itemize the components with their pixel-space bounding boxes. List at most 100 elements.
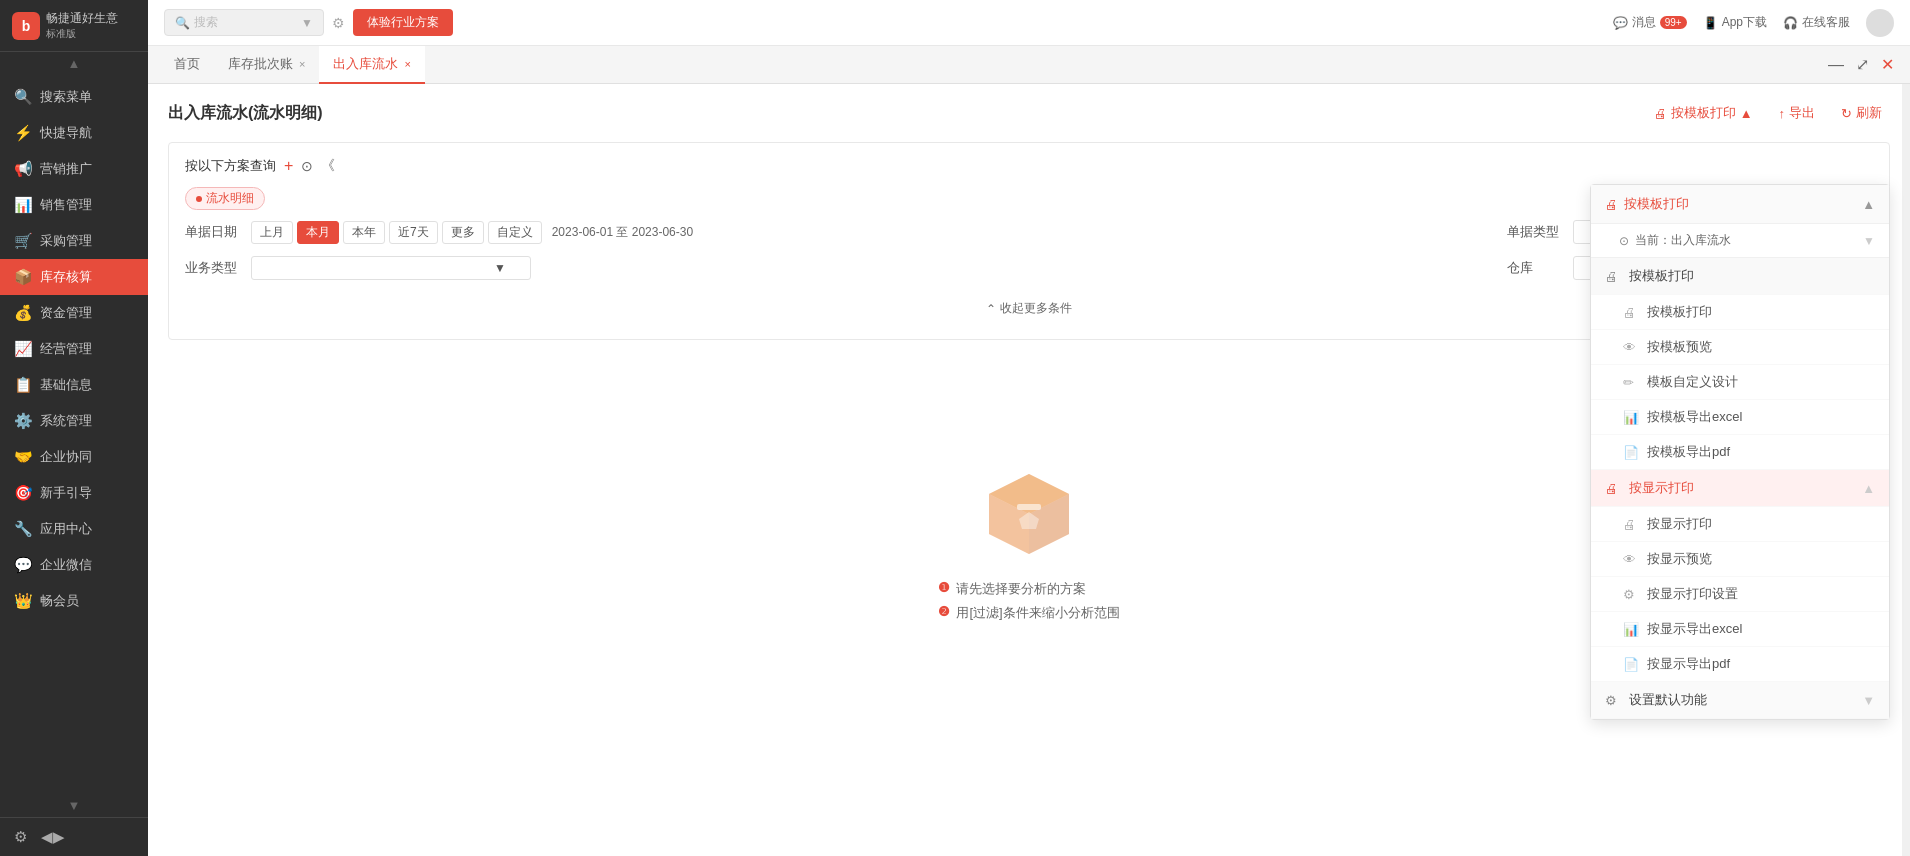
filter-settings-icon[interactable]: ⊙ [301,158,313,174]
sidebar-item-marketing[interactable]: 📢 营销推广 [0,151,148,187]
online-service-button[interactable]: 🎧 在线客服 [1783,14,1850,31]
export-button[interactable]: ↑ 导出 [1771,100,1824,126]
dropdown-section-template[interactable]: 🖨 按模板打印 [1591,258,1889,295]
sidebar-item-finance[interactable]: 💰 资金管理 [0,295,148,331]
scroll-down-arrow[interactable]: ▼ [0,794,148,817]
close-tab-button[interactable]: ✕ [1877,51,1898,78]
footer-arrow: ▼ [1862,693,1875,708]
sidebar-item-search[interactable]: 🔍 搜索菜单 [0,79,148,115]
sub-preview-icon: 👁 [1623,340,1639,355]
filter-collapse-icon[interactable]: 《 [321,157,335,175]
filter-date-item: 单据日期 上月 本月 本年 近7天 更多 自定义 2023-06-01 至 20… [185,221,693,244]
guide-icon: 🎯 [14,484,32,502]
dropdown-sub-template-excel[interactable]: 📊 按模板导出excel [1591,400,1889,435]
sidebar-item-shortcut[interactable]: ⚡ 快捷导航 [0,115,148,151]
sidebar-item-guide[interactable]: 🎯 新手引导 [0,475,148,511]
download-icon: 📱 [1703,16,1718,30]
date-more-btn[interactable]: 更多 [442,221,484,244]
sidebar-item-purchase[interactable]: 🛒 采购管理 [0,223,148,259]
sidebar-item-inventory[interactable]: 📦 库存核算 [0,259,148,295]
app-download-button[interactable]: 📱 App下载 [1703,14,1767,31]
close-stock-flow-tab[interactable]: × [404,58,410,70]
sidebar-bottom: ⚙ ◀▶ [0,817,148,856]
filter-add-button[interactable]: + [284,157,293,175]
operation-icon: 📈 [14,340,32,358]
sidebar-item-sales[interactable]: 📊 销售管理 [0,187,148,223]
display-excel-icon: 📊 [1623,622,1639,637]
dropdown-sub-display-pdf[interactable]: 📄 按显示导出pdf [1591,647,1889,682]
empty-tip-2: ❷ 用[过滤]条件来缩小分析范围 [938,604,1119,622]
inventory-icon: 📦 [14,268,32,286]
empty-state-icon [979,464,1079,564]
logo-icon: b [12,12,40,40]
dropdown-sub-template-print[interactable]: 🖨 按模板打印 [1591,295,1889,330]
sidebar-item-company[interactable]: 🤝 企业协同 [0,439,148,475]
user-avatar[interactable] [1866,9,1894,37]
collapse-up-icon: ⌃ [986,302,996,316]
refresh-button[interactable]: ↻ 刷新 [1833,100,1890,126]
maximize-tab-button[interactable]: ⤢ [1852,51,1873,78]
dropdown-sub-template-pdf[interactable]: 📄 按模板导出pdf [1591,435,1889,470]
dropdown-sub-display-settings[interactable]: ⚙ 按显示打印设置 [1591,577,1889,612]
biz-select-arrow: ▼ [494,261,506,275]
dropdown-default-settings[interactable]: ⚙ 设置默认功能 ▼ [1591,682,1889,719]
scroll-up-arrow[interactable]: ▲ [0,52,148,75]
wechat-icon: 💬 [14,556,32,574]
tab-stock-flow[interactable]: 出入库流水 × [319,46,424,84]
sidebar-item-basic[interactable]: 📋 基础信息 [0,367,148,403]
dropdown-sub-template-design[interactable]: ✏ 模板自定义设计 [1591,365,1889,400]
current-icon: ⊙ [1619,234,1629,248]
template-print-button[interactable]: 🖨 按模板打印 ▲ [1646,100,1761,126]
company-icon: 🤝 [14,448,32,466]
marketing-icon: 📢 [14,160,32,178]
topbar-settings-icon[interactable]: ⚙ [332,15,345,31]
sidebar-item-member[interactable]: 👑 畅会员 [0,583,148,619]
date-custom-btn[interactable]: 自定义 [488,221,542,244]
topbar-right: 💬 消息 99+ 📱 App下载 🎧 在线客服 [1613,9,1894,37]
sidebar: b 畅捷通好生意 标准版 ▲ 🔍 搜索菜单 ⚡ 快捷导航 📢 营销推广 📊 销售… [0,0,148,856]
search-input-icon: 🔍 [175,16,190,30]
filter-section-title: 按以下方案查询 + ⊙ 《 [185,157,335,175]
display-section-icon: 🖨 [1605,481,1621,496]
topbar-search-box[interactable]: 🔍 搜索 ▼ [164,9,324,36]
message-icon: 💬 [1613,16,1628,30]
member-icon: 👑 [14,592,32,610]
dropdown-sub-template-preview[interactable]: 👁 按模板预览 [1591,330,1889,365]
date-last-month-btn[interactable]: 上月 [251,221,293,244]
sidebar-item-wechat[interactable]: 💬 企业微信 [0,547,148,583]
sidebar-item-operation[interactable]: 📈 经营管理 [0,331,148,367]
minimize-tab-button[interactable]: — [1824,51,1848,78]
tab-inventory-batch[interactable]: 库存批次账 × [214,46,319,84]
dropdown-current-item[interactable]: ⊙ 当前：出入库流水 ▼ [1591,224,1889,258]
shortcut-icon: ⚡ [14,124,32,142]
date-this-month-btn[interactable]: 本月 [297,221,339,244]
sidebar-item-system[interactable]: ⚙️ 系统管理 [0,403,148,439]
export-icon: ↑ [1779,106,1786,121]
date-last7days-btn[interactable]: 近7天 [389,221,438,244]
tab-home[interactable]: 首页 [160,46,214,84]
close-inventory-batch-tab[interactable]: × [299,58,305,70]
print-dropdown-panel: 🖨 按模板打印 ▲ ⊙ 当前：出入库流水 ▼ 🖨 按模板打印 🖨 按模板打印 [1590,184,1890,720]
filter-tag-liushui[interactable]: 流水明细 [185,187,265,210]
sub-design-icon: ✏ [1623,375,1639,390]
dropdown-title: 🖨 按模板打印 [1605,195,1689,213]
dropdown-sub-display-excel[interactable]: 📊 按显示导出excel [1591,612,1889,647]
search-nav-icon: 🔍 [14,88,32,106]
empty-tip-1: ❶ 请先选择要分析的方案 [938,580,1119,598]
message-button[interactable]: 💬 消息 99+ [1613,14,1687,31]
dropdown-section-display[interactable]: 🖨 按显示打印 ▲ [1591,470,1889,507]
template-section-icon: 🖨 [1605,269,1621,284]
page-header: 出入库流水(流水明细) 🖨 按模板打印 ▲ ↑ 导出 ↻ 刷新 [168,100,1890,126]
dropdown-collapse-arrow[interactable]: ▲ [1862,197,1875,212]
page-scrollbar[interactable] [1902,84,1910,856]
biz-type-select[interactable]: ▼ [251,256,531,280]
dropdown-sub-display-print[interactable]: 🖨 按显示打印 [1591,507,1889,542]
sidebar-item-apps[interactable]: 🔧 应用中心 [0,511,148,547]
sidebar-nav: 🔍 搜索菜单 ⚡ 快捷导航 📢 营销推广 📊 销售管理 🛒 采购管理 📦 库存核… [0,75,148,794]
collapse-sidebar-icon[interactable]: ◀▶ [41,828,65,846]
date-this-year-btn[interactable]: 本年 [343,221,385,244]
settings-bottom-icon[interactable]: ⚙ [14,828,27,846]
dropdown-sub-display-preview[interactable]: 👁 按显示预览 [1591,542,1889,577]
industry-solution-button[interactable]: 体验行业方案 [353,9,453,36]
page-header-actions: 🖨 按模板打印 ▲ ↑ 导出 ↻ 刷新 [1646,100,1890,126]
